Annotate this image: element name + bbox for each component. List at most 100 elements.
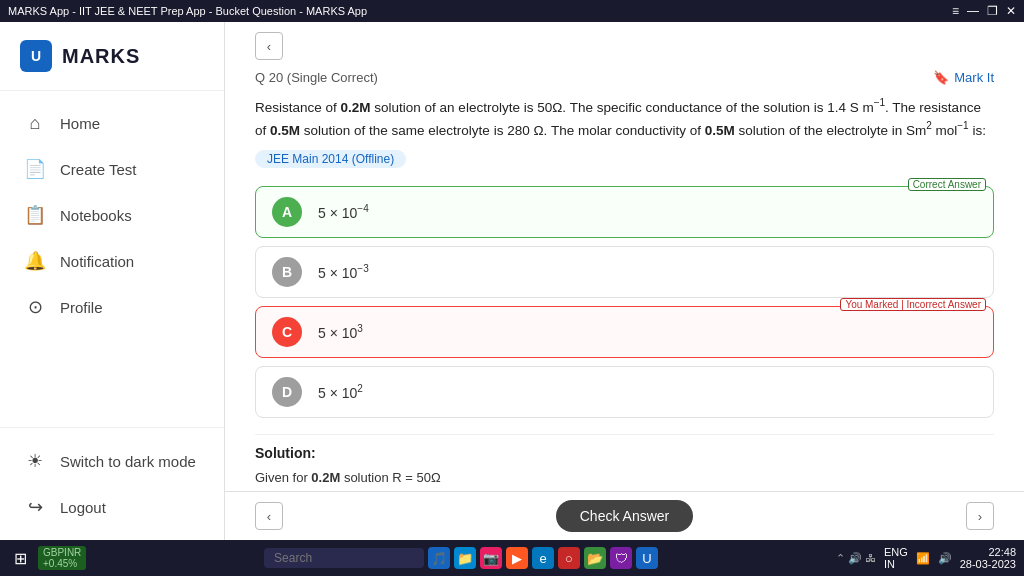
bottom-next-arrow[interactable]: › [966,502,994,530]
minimize-icon[interactable]: — [967,4,979,18]
option-a[interactable]: A 5 × 10−4 [255,186,994,238]
taskbar-left: ⊞ GBPINR +0.45% [8,546,86,570]
incorrect-answer-label: You Marked | Incorrect Answer [840,298,986,311]
app-icon-1[interactable]: 🎵 [428,547,450,569]
app-icon-8[interactable]: 🛡 [610,547,632,569]
lang-indicator: ENGIN [884,546,908,570]
app-icon-2[interactable]: 📁 [454,547,476,569]
system-tray-icons: ⌃ 🔊 🖧 [836,552,876,565]
option-c-text: 5 × 103 [318,323,363,341]
title-bar-controls[interactable]: ≡ — ❐ ✕ [952,4,1016,18]
sidebar-item-dark-mode[interactable]: ☀ Switch to dark mode [0,438,224,484]
logo-text: MARKS [62,45,140,68]
dark-mode-icon: ☀ [24,450,46,472]
taskbar-time: 22:48 [960,546,1016,558]
solution-title: Solution: [255,445,994,461]
options-list: Correct Answer A 5 × 10−4 B 5 × 10−3 You… [255,186,994,418]
content-bottombar: ‹ Check Answer › [225,491,1024,540]
stock-change: +0.45% [43,558,77,569]
sidebar-item-logout[interactable]: ↪ Logout [0,484,224,530]
taskbar: ⊞ GBPINR +0.45% 🎵 📁 📷 ▶ e ○ 📂 🛡 U ⌃ 🔊 🖧 … [0,540,1024,576]
option-b-container: B 5 × 10−3 [255,246,994,298]
close-icon[interactable]: ✕ [1006,4,1016,18]
option-a-circle: A [272,197,302,227]
windows-icon[interactable]: ⊞ [8,546,32,570]
nav-items: ⌂ Home 📄 Create Test 📋 Notebooks 🔔 Notif… [0,91,224,427]
home-icon: ⌂ [24,113,46,134]
taskbar-right: ⌃ 🔊 🖧 ENGIN 📶 🔊 22:48 28-03-2023 [836,546,1016,570]
sidebar-label-notification: Notification [60,253,134,270]
option-a-text: 5 × 10−4 [318,203,369,221]
option-a-container: Correct Answer A 5 × 10−4 [255,186,994,238]
content-topbar: ‹ [225,22,1024,60]
question-type: (Single Correct) [287,70,378,85]
sidebar-label-logout: Logout [60,499,106,516]
title-bar: MARKS App - IIT JEE & NEET Prep App - Bu… [0,0,1024,22]
sidebar-label-dark-mode: Switch to dark mode [60,453,196,470]
sidebar-label-home: Home [60,115,100,132]
volume-icon: 🔊 [938,552,952,565]
content-inner: Q 20 (Single Correct) 🔖 Mark It Resistan… [225,60,1024,491]
sidebar-label-profile: Profile [60,299,103,316]
option-b-circle: B [272,257,302,287]
question-text: Resistance of 0.2M solution of an electr… [255,95,994,141]
question-header: Q 20 (Single Correct) 🔖 Mark It [255,70,994,85]
maximize-icon[interactable]: ❐ [987,4,998,18]
solution-line1: Given for 0.2M solution R = 50Ω [255,467,994,489]
app-icon-5[interactable]: e [532,547,554,569]
bookmark-icon: 🔖 [933,70,949,85]
content-area: ‹ Q 20 (Single Correct) 🔖 Mark It Resist… [225,22,1024,540]
app-body: U MARKS ⌂ Home 📄 Create Test 📋 Notebooks… [0,22,1024,540]
correct-answer-label: Correct Answer [908,178,986,191]
option-d[interactable]: D 5 × 102 [255,366,994,418]
app-icon-3[interactable]: 📷 [480,547,502,569]
option-c-container: You Marked | Incorrect Answer C 5 × 103 [255,306,994,358]
sidebar-label-create-test: Create Test [60,161,136,178]
taskbar-date: 28-03-2023 [960,558,1016,570]
sidebar-item-notebooks[interactable]: 📋 Notebooks [0,192,224,238]
option-b[interactable]: B 5 × 10−3 [255,246,994,298]
solution-section: Solution: Given for 0.2M solution R = 50… [255,434,994,491]
app-icon-9[interactable]: U [636,547,658,569]
question-number: Q 20 [255,70,283,85]
check-answer-button[interactable]: Check Answer [556,500,693,532]
option-c-circle: C [272,317,302,347]
prev-arrow[interactable]: ‹ [255,32,283,60]
taskbar-app-icons: 🎵 📁 📷 ▶ e ○ 📂 🛡 U [428,547,658,569]
question-tag: JEE Main 2014 (Offline) [255,150,406,168]
sidebar-logo: U MARKS [0,22,224,91]
option-d-circle: D [272,377,302,407]
menu-icon[interactable]: ≡ [952,4,959,18]
option-d-container: D 5 × 102 [255,366,994,418]
sidebar-bottom: ☀ Switch to dark mode ↪ Logout [0,427,224,540]
logout-icon: ↪ [24,496,46,518]
sidebar: U MARKS ⌂ Home 📄 Create Test 📋 Notebooks… [0,22,225,540]
option-c[interactable]: C 5 × 103 [255,306,994,358]
taskbar-search[interactable] [264,548,424,568]
logo-icon: U [20,40,52,72]
option-b-text: 5 × 10−3 [318,263,369,281]
taskbar-center: 🎵 📁 📷 ▶ e ○ 📂 🛡 U [264,547,658,569]
option-d-text: 5 × 102 [318,383,363,401]
mark-it-button[interactable]: 🔖 Mark It [933,70,994,85]
app-icon-7[interactable]: 📂 [584,547,606,569]
wifi-icon: 📶 [916,552,930,565]
sidebar-item-profile[interactable]: ⊙ Profile [0,284,224,330]
bottom-prev-arrow[interactable]: ‹ [255,502,283,530]
stock-symbol: GBPINR [43,547,81,558]
sidebar-item-home[interactable]: ⌂ Home [0,101,224,146]
create-test-icon: 📄 [24,158,46,180]
app-icon-4[interactable]: ▶ [506,547,528,569]
time-block: 22:48 28-03-2023 [960,546,1016,570]
notebooks-icon: 📋 [24,204,46,226]
mark-it-label: Mark It [954,70,994,85]
sidebar-item-notification[interactable]: 🔔 Notification [0,238,224,284]
title-bar-text: MARKS App - IIT JEE & NEET Prep App - Bu… [8,5,367,17]
stock-badge: GBPINR +0.45% [38,546,86,570]
question-label: Q 20 (Single Correct) [255,70,378,85]
sidebar-item-create-test[interactable]: 📄 Create Test [0,146,224,192]
sidebar-label-notebooks: Notebooks [60,207,132,224]
notification-icon: 🔔 [24,250,46,272]
profile-icon: ⊙ [24,296,46,318]
app-icon-6[interactable]: ○ [558,547,580,569]
